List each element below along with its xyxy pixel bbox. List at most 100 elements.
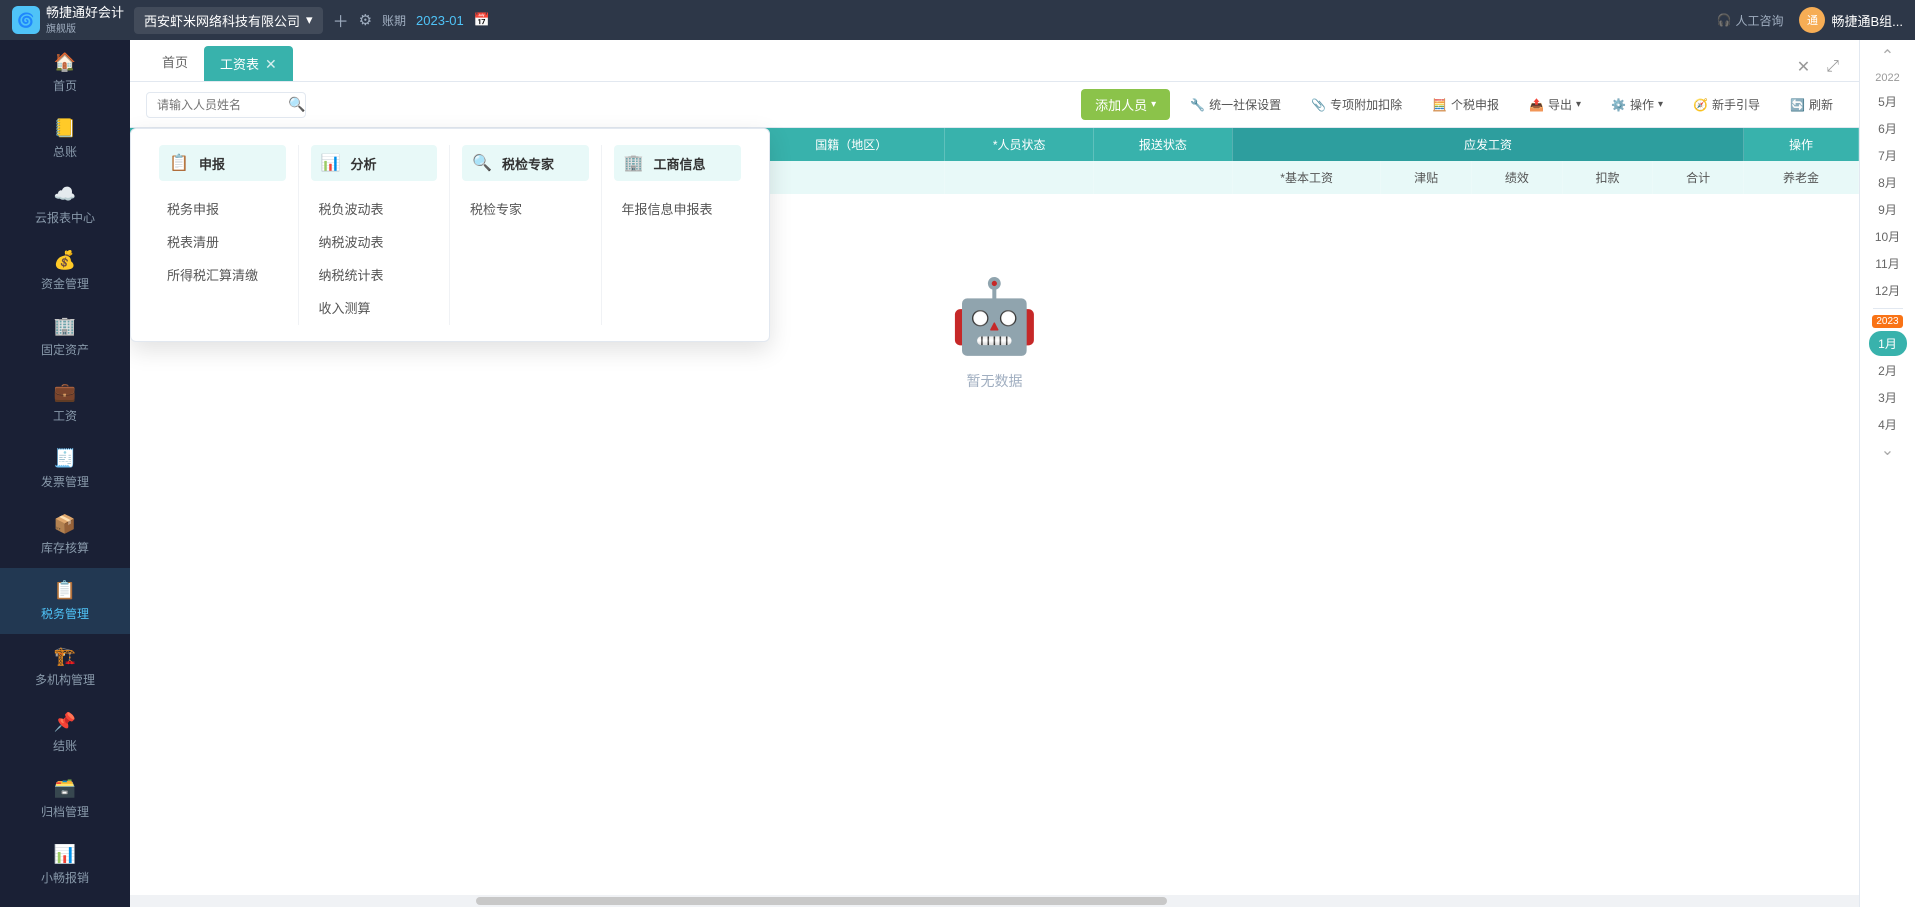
ledger-icon: 📒 (54, 118, 76, 139)
sub-col-empty7 (758, 161, 945, 194)
sub-col-allowance: 津贴 (1381, 161, 1472, 194)
tab-close-window-button[interactable]: ✕ (1793, 53, 1814, 81)
export-button[interactable]: 📤 导出 ▾ (1519, 91, 1591, 118)
period-label: 账期 (382, 12, 406, 29)
timeline-month-8[interactable]: 8月 (1869, 170, 1907, 195)
sidebar-item-ledger[interactable]: 📒 总账 (0, 106, 130, 172)
sidebar-item-invoice[interactable]: 🧾 发票管理 (0, 436, 130, 502)
archive-icon: 🗃️ (54, 778, 76, 799)
sidebar-label-tax: 税务管理 (41, 605, 89, 622)
logo-icon: 🌀 (12, 6, 40, 34)
timeline-month-10[interactable]: 10月 (1869, 224, 1907, 249)
personal-tax-button[interactable]: 🧮 个税申报 (1422, 91, 1509, 118)
timeline-down-icon[interactable]: ⌄ (1881, 440, 1894, 460)
timeline-month-3[interactable]: 3月 (1869, 385, 1907, 410)
operations-button[interactable]: ⚙️ 操作 ▾ (1601, 91, 1673, 118)
personal-tax-label: 个税申报 (1451, 96, 1499, 113)
timeline-month-11[interactable]: 11月 (1869, 251, 1907, 276)
tax-expert-title: 税检专家 (502, 154, 554, 173)
report-icon: 📊 (54, 844, 76, 865)
scrollbar-thumb[interactable] (476, 897, 1168, 905)
sidebar-item-inventory[interactable]: 📦 库存核算 (0, 502, 130, 568)
dropdown-section-declaration: 📋 申报 税务申报 税表清册 所得税汇算清缴 (147, 145, 299, 325)
operations-icon: ⚙️ (1611, 98, 1626, 112)
calendar-icon[interactable]: 📅 (474, 12, 490, 28)
timeline-month-6[interactable]: 6月 (1869, 116, 1907, 141)
refresh-button[interactable]: 🔄 刷新 (1780, 91, 1843, 118)
settings-icon[interactable]: ⚙ (359, 11, 372, 29)
sidebar-item-settings[interactable]: ⚙️ 基础设置 (0, 898, 130, 907)
logo-text-block: 畅捷通好会计 旗舰版 (46, 5, 124, 36)
tax-volatility-item[interactable]: 税负波动表 (311, 193, 438, 224)
tax-declaration-item[interactable]: 税务申报 (159, 193, 286, 224)
social-insurance-label: 统一社保设置 (1209, 96, 1281, 113)
timeline-month-9[interactable]: 9月 (1869, 197, 1907, 222)
timeline-panel: ⌃ 2022 5月 6月 7月 8月 9月 10月 11月 12月 2023 1… (1859, 40, 1915, 907)
timeline-month-5[interactable]: 5月 (1869, 89, 1907, 114)
export-label: 导出 (1548, 96, 1572, 113)
close-period-icon: 📌 (54, 712, 76, 733)
horizontal-scrollbar[interactable] (130, 895, 1859, 907)
fund-icon: 💰 (54, 250, 76, 271)
sidebar-item-fund[interactable]: 💰 资金管理 (0, 238, 130, 304)
social-insurance-button[interactable]: 🔧 统一社保设置 (1180, 91, 1291, 118)
personal-tax-icon: 🧮 (1432, 98, 1447, 112)
timeline-month-12[interactable]: 12月 (1869, 278, 1907, 303)
timeline-month-7[interactable]: 7月 (1869, 143, 1907, 168)
operations-label: 操作 (1630, 96, 1654, 113)
tax-form-item[interactable]: 税表清册 (159, 226, 286, 257)
sidebar-item-report[interactable]: 📊 小畅报销 (0, 832, 130, 898)
tab-home[interactable]: 首页 (146, 44, 204, 81)
sidebar-item-tax[interactable]: 📋 税务管理 (0, 568, 130, 634)
timeline-month-2[interactable]: 2月 (1869, 358, 1907, 383)
sidebar-item-home[interactable]: 🏠 首页 (0, 40, 130, 106)
tax-icon: 📋 (54, 580, 76, 601)
sidebar-item-archive[interactable]: 🗃️ 归档管理 (0, 766, 130, 832)
guide-btn[interactable]: 🧭 新手引导 (1683, 91, 1770, 118)
empty-text: 暂无数据 (967, 371, 1023, 391)
special-deduct-button[interactable]: 📎 专项附加扣除 (1301, 91, 1412, 118)
app-name: 畅捷通好会计 (46, 5, 124, 21)
income-forecast-item[interactable]: 收入测算 (311, 292, 438, 323)
sub-col-deduction: 扣款 (1562, 161, 1653, 194)
dropdown-section-analysis: 📊 分析 税负波动表 纳税波动表 纳税统计表 收入测算 (299, 145, 451, 325)
tab-bar: 首页 工资表 ✕ ✕ ⤢ (130, 40, 1859, 82)
timeline-up-icon[interactable]: ⌃ (1881, 46, 1894, 66)
sidebar-item-close[interactable]: 📌 结账 (0, 700, 130, 766)
company-selector[interactable]: 西安虾米网络科技有限公司 ▾ (134, 7, 323, 34)
annual-report-item[interactable]: 年报信息申报表 (614, 193, 742, 224)
add-person-button[interactable]: 添加人员 ▾ (1081, 89, 1170, 120)
search-input[interactable] (146, 92, 306, 118)
sub-col-empty8 (945, 161, 1093, 194)
multi-icon: 🏗️ (54, 646, 76, 667)
cloud-icon: ☁️ (54, 184, 76, 205)
timeline-month-1[interactable]: 1月 (1869, 331, 1907, 356)
tab-close-icon[interactable]: ✕ (265, 57, 277, 71)
content-area: 首页 工资表 ✕ ✕ ⤢ 🔍 添加人员 ▾ 🔧 统一社保设置 (130, 40, 1859, 907)
sidebar-label-invoice: 发票管理 (41, 473, 89, 490)
refresh-icon: 🔄 (1790, 98, 1805, 112)
section-header-business-info: 🏢 工商信息 (614, 145, 742, 181)
export-arrow-icon: ▾ (1576, 99, 1581, 110)
tab-payroll[interactable]: 工资表 ✕ (204, 46, 293, 81)
service-button[interactable]: 🎧 人工咨询 (1717, 12, 1784, 29)
period-value[interactable]: 2023-01 (416, 13, 464, 28)
income-tax-settlement-item[interactable]: 所得税汇算清缴 (159, 259, 286, 290)
sidebar-item-cloud[interactable]: ☁️ 云报表中心 (0, 172, 130, 238)
tax-payment-volatility-item[interactable]: 纳税波动表 (311, 226, 438, 257)
add-company-icon[interactable]: ＋ (333, 8, 349, 32)
timeline-year-2022: 2022 (1875, 72, 1899, 84)
timeline-month-4[interactable]: 4月 (1869, 412, 1907, 437)
sidebar-item-multi[interactable]: 🏗️ 多机构管理 (0, 634, 130, 700)
sub-col-total: 合计 (1653, 161, 1744, 194)
tax-inspection-item[interactable]: 税检专家 (462, 193, 589, 224)
sidebar-item-payroll[interactable]: 💼 工资 (0, 370, 130, 436)
sidebar: 🏠 首页 📒 总账 ☁️ 云报表中心 💰 资金管理 🏢 固定资产 💼 工资 🧾 … (0, 40, 130, 907)
timeline-year-badge-2023: 2023 (1872, 315, 1902, 328)
sidebar-label-inventory: 库存核算 (41, 539, 89, 556)
tax-stats-item[interactable]: 纳税统计表 (311, 259, 438, 290)
sidebar-item-assets[interactable]: 🏢 固定资产 (0, 304, 130, 370)
section-header-analysis: 📊 分析 (311, 145, 438, 181)
user-info[interactable]: 通 畅捷通B组... (1799, 7, 1903, 33)
tab-expand-button[interactable]: ⤢ (1822, 54, 1843, 80)
